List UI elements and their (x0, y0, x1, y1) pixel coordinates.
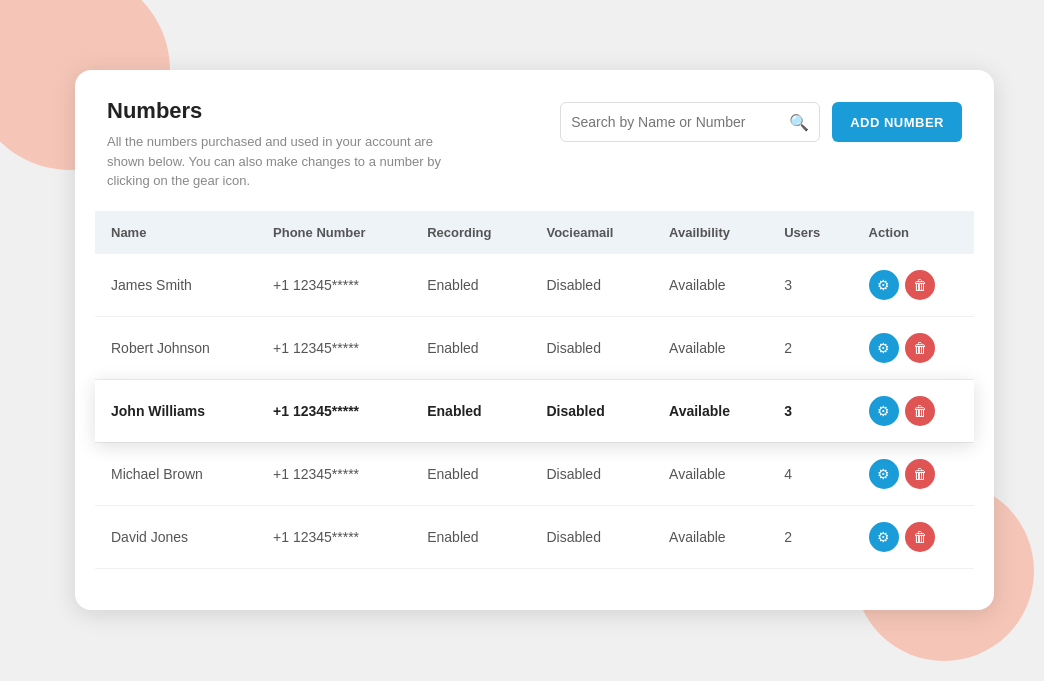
gear-button[interactable]: ⚙ (869, 396, 899, 426)
table-cell: 3 (768, 379, 852, 442)
table-cell: Robert Johnson (95, 316, 257, 379)
table-cell: Disabled (530, 442, 653, 505)
col-phone: Phone Number (257, 211, 411, 254)
page-title: Numbers (107, 98, 467, 124)
action-cell: ⚙ 🗑 (853, 442, 974, 505)
gear-button[interactable]: ⚙ (869, 459, 899, 489)
table-cell: John Williams (95, 379, 257, 442)
col-voicemail: Vocieamail (530, 211, 653, 254)
page-description: All the numbers purchased and used in yo… (107, 132, 467, 191)
table-row: David Jones+1 12345*****EnabledDisabledA… (95, 505, 974, 568)
header-left: Numbers All the numbers purchased and us… (107, 98, 467, 191)
delete-button[interactable]: 🗑 (905, 270, 935, 300)
action-cell: ⚙ 🗑 (853, 254, 974, 317)
search-input[interactable] (571, 114, 789, 130)
table-cell: Disabled (530, 316, 653, 379)
gear-button[interactable]: ⚙ (869, 522, 899, 552)
delete-button[interactable]: 🗑 (905, 396, 935, 426)
action-cell: ⚙ 🗑 (853, 505, 974, 568)
search-box[interactable]: 🔍 (560, 102, 820, 142)
table-cell: Available (653, 379, 768, 442)
table-cell: +1 12345***** (257, 505, 411, 568)
table-cell: 3 (768, 254, 852, 317)
table-cell: David Jones (95, 505, 257, 568)
table-row: James Smith+1 12345*****EnabledDisabledA… (95, 254, 974, 317)
table-cell: Michael Brown (95, 442, 257, 505)
table-cell: Enabled (411, 379, 530, 442)
col-recording: Recording (411, 211, 530, 254)
gear-button[interactable]: ⚙ (869, 270, 899, 300)
table-cell: 2 (768, 316, 852, 379)
table-cell: Disabled (530, 254, 653, 317)
main-card: Numbers All the numbers purchased and us… (75, 70, 994, 610)
table-cell: +1 12345***** (257, 442, 411, 505)
table-cell: Available (653, 254, 768, 317)
action-cell: ⚙ 🗑 (853, 379, 974, 442)
add-number-button[interactable]: ADD NUMBER (832, 102, 962, 142)
delete-button[interactable]: 🗑 (905, 459, 935, 489)
table-cell: 4 (768, 442, 852, 505)
table-cell: James Smith (95, 254, 257, 317)
table-cell: Enabled (411, 254, 530, 317)
table-cell: +1 12345***** (257, 254, 411, 317)
table-row: John Williams+1 12345*****EnabledDisable… (95, 379, 974, 442)
gear-button[interactable]: ⚙ (869, 333, 899, 363)
col-action: Action (853, 211, 974, 254)
table-cell: +1 12345***** (257, 316, 411, 379)
col-users: Users (768, 211, 852, 254)
table-cell: 2 (768, 505, 852, 568)
search-icon: 🔍 (789, 113, 809, 132)
table-cell: Disabled (530, 379, 653, 442)
table-row: Robert Johnson+1 12345*****EnabledDisabl… (95, 316, 974, 379)
table-row: Michael Brown+1 12345*****EnabledDisable… (95, 442, 974, 505)
col-availability: Availbility (653, 211, 768, 254)
table-cell: Enabled (411, 505, 530, 568)
table-cell: Enabled (411, 316, 530, 379)
delete-button[interactable]: 🗑 (905, 333, 935, 363)
col-name: Name (95, 211, 257, 254)
card-header: Numbers All the numbers purchased and us… (75, 70, 994, 211)
numbers-table: Name Phone Number Recording Vocieamail A… (95, 211, 974, 569)
table-cell: +1 12345***** (257, 379, 411, 442)
delete-button[interactable]: 🗑 (905, 522, 935, 552)
table-cell: Available (653, 316, 768, 379)
table-cell: Available (653, 505, 768, 568)
table-cell: Disabled (530, 505, 653, 568)
table-header-row: Name Phone Number Recording Vocieamail A… (95, 211, 974, 254)
table-cell: Available (653, 442, 768, 505)
header-right: 🔍 ADD NUMBER (560, 102, 962, 142)
table-cell: Enabled (411, 442, 530, 505)
table-wrap: Name Phone Number Recording Vocieamail A… (75, 211, 994, 569)
action-cell: ⚙ 🗑 (853, 316, 974, 379)
